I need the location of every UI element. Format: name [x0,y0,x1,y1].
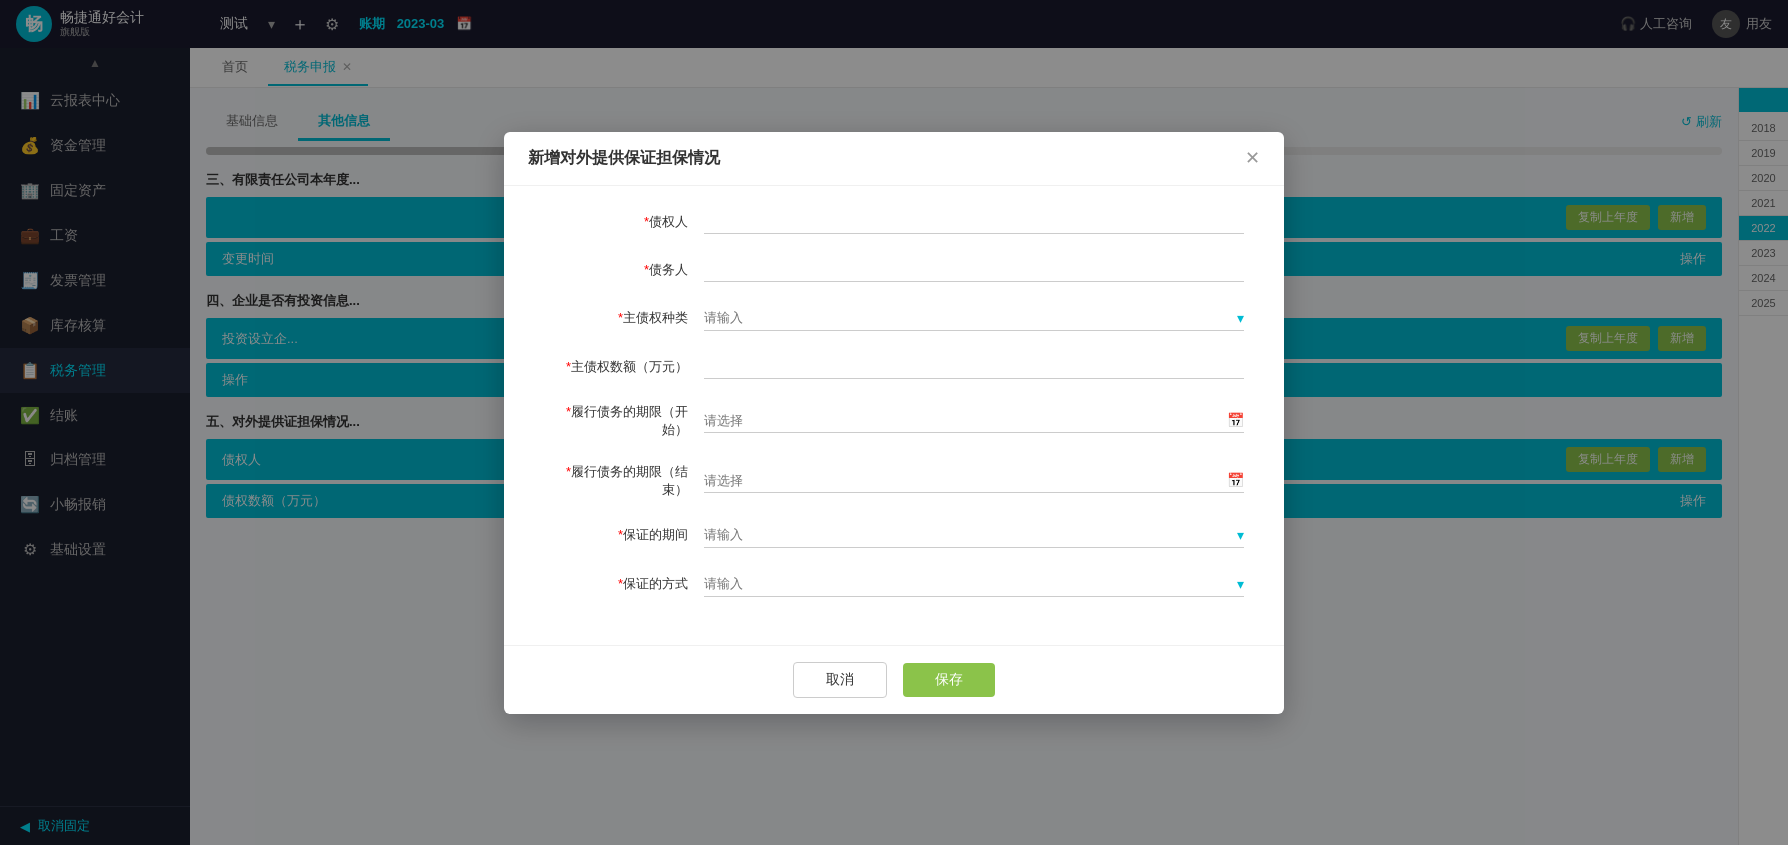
obligation-end-date-wrapper: 📅 [704,468,1244,493]
guarantee-method-label: *保证的方式 [544,575,704,593]
claim-amount-label: *主债权数额（万元） [544,358,704,376]
claim-amount-input[interactable] [704,355,1244,379]
obligation-start-label: *履行债务的期限（开始） [544,403,704,439]
claim-type-label: *主债权种类 [544,309,704,327]
form-row-claim-amount: *主债权数额（万元） [544,355,1244,379]
dialog: 新增对外提供保证担保情况 ✕ *债权人 *债务人 *主债权种类 [504,132,1284,714]
dialog-footer: 取消 保存 [504,645,1284,714]
guarantee-period-dropdown-icon[interactable]: ▾ [1237,527,1244,543]
obligation-start-input[interactable] [704,413,1227,428]
obligation-start-date-wrapper: 📅 [704,408,1244,433]
obligation-end-input[interactable] [704,473,1227,488]
claim-type-dropdown-icon[interactable]: ▾ [1237,310,1244,326]
debtor-input[interactable] [704,258,1244,282]
obligation-end-label: *履行债务的期限（结束） [544,463,704,499]
claim-type-input[interactable] [704,310,1237,325]
creditor-input[interactable] [704,210,1244,234]
guarantee-period-select-wrapper: ▾ [704,523,1244,548]
claim-type-select-wrapper: ▾ [704,306,1244,331]
save-button[interactable]: 保存 [903,663,995,697]
form-row-obligation-start: *履行债务的期限（开始） 📅 [544,403,1244,439]
debtor-label: *债务人 [544,261,704,279]
guarantee-method-dropdown-icon[interactable]: ▾ [1237,576,1244,592]
dialog-header: 新增对外提供保证担保情况 ✕ [504,132,1284,186]
dialog-title: 新增对外提供保证担保情况 [528,148,720,169]
form-row-guarantee-period: *保证的期间 ▾ [544,523,1244,548]
guarantee-method-input[interactable] [704,576,1237,591]
form-row-claim-type: *主债权种类 ▾ [544,306,1244,331]
form-row-guarantee-method: *保证的方式 ▾ [544,572,1244,597]
obligation-end-calendar-icon[interactable]: 📅 [1227,472,1244,488]
obligation-start-calendar-icon[interactable]: 📅 [1227,412,1244,428]
creditor-label: *债权人 [544,213,704,231]
guarantee-method-select-wrapper: ▾ [704,572,1244,597]
form-row-debtor: *债务人 [544,258,1244,282]
form-row-obligation-end: *履行债务的期限（结束） 📅 [544,463,1244,499]
dialog-body: *债权人 *债务人 *主债权种类 ▾ [504,186,1284,645]
modal-overlay: 新增对外提供保证担保情况 ✕ *债权人 *债务人 *主债权种类 [0,0,1788,845]
form-row-creditor: *债权人 [544,210,1244,234]
dialog-close-button[interactable]: ✕ [1245,149,1260,167]
guarantee-period-label: *保证的期间 [544,526,704,544]
cancel-button[interactable]: 取消 [793,662,887,698]
guarantee-period-input[interactable] [704,527,1237,542]
